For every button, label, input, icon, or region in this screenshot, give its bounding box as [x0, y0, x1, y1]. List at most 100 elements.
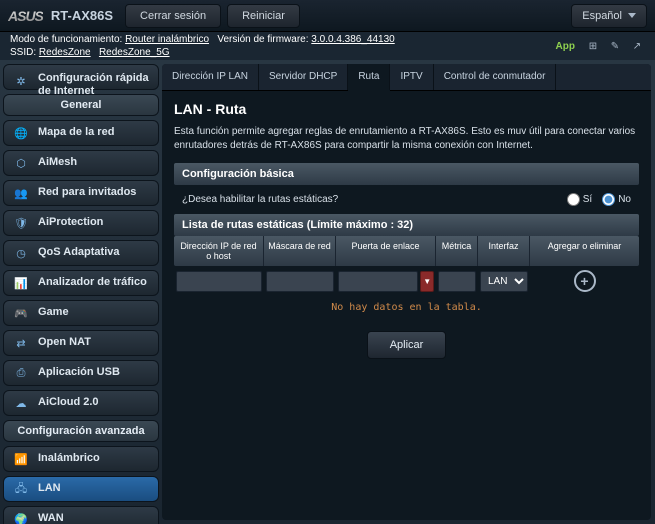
sidebar-item-label: Aplicación USB [38, 366, 120, 379]
sidebar-item-label: Open NAT [38, 336, 91, 349]
brand-logo: ASUS [8, 8, 43, 24]
app-label[interactable]: App [556, 41, 575, 52]
sidebar-item-label: WAN [38, 512, 64, 524]
sidebar-item-label: LAN [38, 482, 61, 495]
gamepad-icon: 🎮 [12, 304, 30, 322]
sidebar-section-general: General [3, 94, 159, 116]
nat-icon: ⇄ [12, 334, 30, 352]
sidebar-item-traffic-analyzer[interactable]: 📊 Analizador de tráfico [3, 270, 159, 296]
reboot-button[interactable]: Reiniciar [227, 4, 300, 28]
wan-icon: 🌍 [12, 510, 30, 524]
guest-icon: 👥 [12, 184, 30, 202]
shield-icon: 🛡 [12, 214, 30, 232]
metric-input[interactable] [438, 271, 476, 292]
logout-button[interactable]: Cerrar sesión [125, 4, 221, 28]
language-label: Español [582, 10, 622, 22]
tab-dhcp[interactable]: Servidor DHCP [259, 64, 348, 90]
sidebar-item-label: Red para invitados [38, 186, 136, 199]
routes-list-header: Lista de rutas estáticas (Límite máximo … [174, 214, 639, 236]
radio-yes[interactable] [567, 193, 580, 206]
sidebar: ✲ Configuración rápida de Internet Gener… [0, 60, 162, 524]
cloud-icon: ☁ [12, 394, 30, 412]
yes-text: Sí [583, 194, 592, 205]
top-bar: ASUS RT-AX86S Cerrar sesión Reiniciar Es… [0, 0, 655, 32]
info-bar: Modo de funcionamiento: Router inalámbri… [0, 32, 655, 60]
col-action: Agregar o eliminar [530, 236, 639, 266]
sidebar-item-lan[interactable]: 🖧 LAN [3, 476, 159, 502]
mask-input[interactable] [266, 271, 334, 292]
ssid-label: SSID: [10, 47, 36, 58]
col-gateway: Puerta de enlace [336, 236, 436, 266]
col-interface: Interfaz [478, 236, 530, 266]
sidebar-item-label: Mapa de la red [38, 126, 114, 139]
globe-icon: 🌐 [12, 124, 30, 142]
interface-select[interactable]: LAN [480, 271, 528, 292]
table-header-row: Dirección IP de red o host Máscara de re… [174, 236, 639, 266]
sidebar-item-wan[interactable]: 🌍 WAN [3, 506, 159, 524]
model-name: RT-AX86S [51, 8, 113, 23]
sidebar-item-label: AiMesh [38, 156, 77, 169]
feedback-icon[interactable]: ✎ [607, 38, 623, 54]
content-area: LAN - Ruta Esta función permite agregar … [162, 91, 651, 520]
sidebar-section-advanced: Configuración avanzada [3, 420, 159, 442]
col-mask: Máscara de red [264, 236, 336, 266]
sidebar-item-label: QoS Adaptativa [38, 246, 120, 259]
mode-label: Modo de funcionamiento: [10, 34, 122, 45]
sidebar-item-game[interactable]: 🎮 Game [3, 300, 159, 326]
no-text: No [618, 194, 631, 205]
page-description: Esta función permite agregar reglas de e… [174, 125, 639, 153]
sidebar-item-aimesh[interactable]: ⬡ AiMesh [3, 150, 159, 176]
usb-icon: ⎙ [12, 364, 30, 382]
add-route-button[interactable]: + [574, 270, 596, 292]
sidebar-item-label: Game [38, 306, 69, 319]
tab-switch-control[interactable]: Control de conmutador [434, 64, 557, 90]
sidebar-item-aiprotection[interactable]: 🛡 AiProtection [3, 210, 159, 236]
tab-route[interactable]: Ruta [348, 64, 390, 91]
route-input-row: ▼ LAN + [174, 266, 639, 296]
sidebar-item-usb-app[interactable]: ⎙ Aplicación USB [3, 360, 159, 386]
speedometer-icon: ◷ [12, 244, 30, 262]
chevron-down-icon [628, 13, 636, 18]
main-panel: Dirección IP LAN Servidor DHCP Ruta IPTV… [162, 64, 651, 520]
col-ip: Dirección IP de red o host [174, 236, 264, 266]
radio-yes-label[interactable]: Sí [567, 193, 592, 206]
gateway-input[interactable] [338, 271, 418, 292]
tab-lan-ip[interactable]: Dirección IP LAN [162, 64, 259, 90]
language-selector[interactable]: Español [571, 4, 647, 28]
page-title: LAN - Ruta [174, 101, 639, 117]
enable-static-routes-row: ¿Desea habilitar la rutas estáticas? Sí … [174, 185, 639, 214]
basic-config-header: Configuración básica [174, 163, 639, 185]
sidebar-item-network-map[interactable]: 🌐 Mapa de la red [3, 120, 159, 146]
gateway-picker-button[interactable]: ▼ [420, 271, 434, 292]
sidebar-item-label: AiCloud 2.0 [38, 396, 99, 409]
lan-icon: 🖧 [12, 480, 30, 498]
sidebar-item-label: AiProtection [38, 216, 103, 229]
sidebar-item-open-nat[interactable]: ⇄ Open NAT [3, 330, 159, 356]
fw-value[interactable]: 3.0.0.4.386_44130 [311, 34, 394, 45]
col-metric: Métrica [436, 236, 478, 266]
quick-setup-button[interactable]: ✲ Configuración rápida de Internet [3, 64, 159, 90]
ip-input[interactable] [176, 271, 262, 292]
ssid1-value[interactable]: RedesZone [39, 47, 91, 58]
radio-no-label[interactable]: No [602, 193, 631, 206]
mesh-icon: ⬡ [12, 154, 30, 172]
mode-value[interactable]: Router inalámbrico [125, 34, 209, 45]
gear-globe-icon: ✲ [12, 72, 30, 90]
sidebar-item-qos[interactable]: ◷ QoS Adaptativa [3, 240, 159, 266]
chart-icon: 📊 [12, 274, 30, 292]
apply-button[interactable]: Aplicar [367, 331, 447, 359]
sidebar-item-guest-network[interactable]: 👥 Red para invitados [3, 180, 159, 206]
radio-no[interactable] [602, 193, 615, 206]
tab-iptv[interactable]: IPTV [390, 64, 433, 90]
sidebar-item-label: Analizador de tráfico [38, 276, 147, 289]
grid-icon[interactable]: ⊞ [585, 38, 601, 54]
enable-question: ¿Desea habilitar la rutas estáticas? [182, 194, 557, 205]
fw-label: Versión de firmware: [217, 34, 308, 45]
share-icon[interactable]: ↗ [629, 38, 645, 54]
no-data-message: No hay datos en la tabla. [174, 296, 639, 319]
sidebar-item-label: Inalámbrico [38, 452, 100, 465]
ssid2-value[interactable]: RedesZone_5G [99, 47, 170, 58]
wifi-icon: 📶 [12, 450, 30, 468]
sidebar-item-wireless[interactable]: 📶 Inalámbrico [3, 446, 159, 472]
sidebar-item-aicloud[interactable]: ☁ AiCloud 2.0 [3, 390, 159, 416]
